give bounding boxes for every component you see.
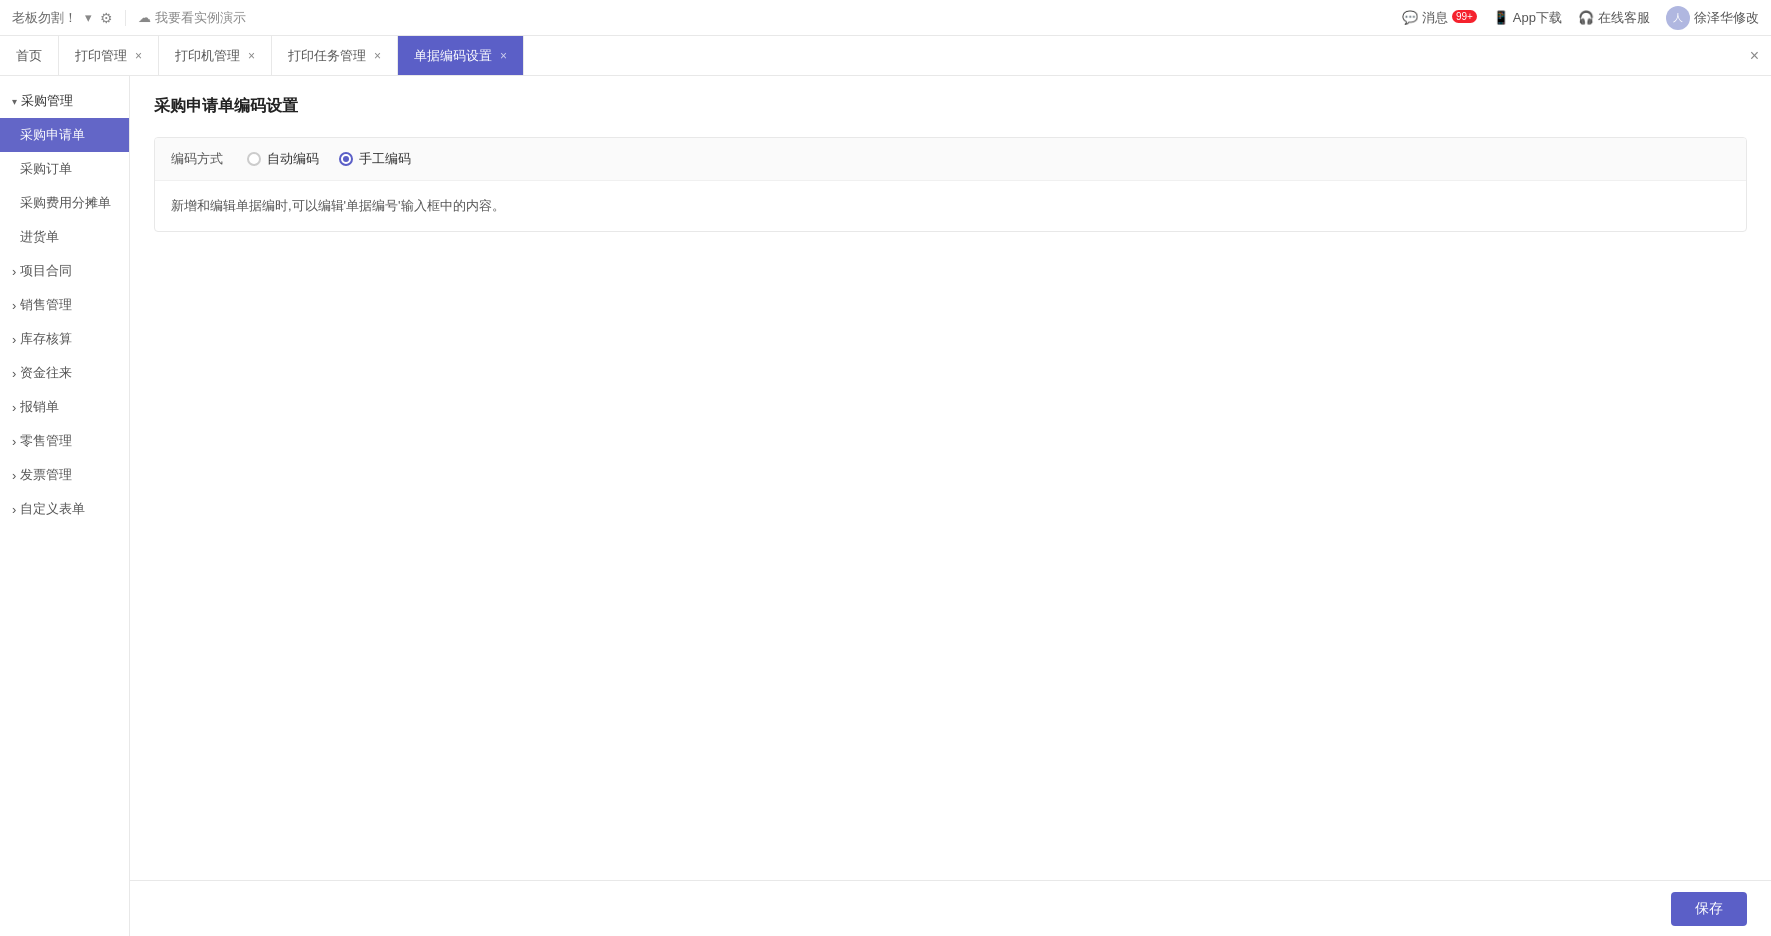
- arrow-right-icon-returns: ›: [12, 400, 16, 415]
- app-logo: 老板勿割！: [12, 9, 77, 27]
- tab-print-task-mgmt-close[interactable]: ×: [374, 49, 381, 63]
- message-badge: 99+: [1452, 10, 1477, 23]
- app-download-button[interactable]: 📱 App下载: [1493, 9, 1562, 27]
- manual-encode-label: 手工编码: [359, 150, 411, 168]
- sidebar-item-goods-receipt-label: 进货单: [20, 228, 59, 246]
- close-all-tabs-button[interactable]: ×: [1738, 47, 1771, 65]
- tab-print-mgmt-label: 打印管理: [75, 47, 127, 65]
- arrow-right-icon-capital: ›: [12, 366, 16, 381]
- sidebar-group-custom-forms-label: 自定义表单: [20, 500, 85, 518]
- tab-barcode-setting-close[interactable]: ×: [500, 49, 507, 63]
- tab-barcode-setting[interactable]: 单据编码设置 ×: [398, 36, 524, 75]
- top-bar-left: 老板勿割！ ▾ ⚙ ☁ 我要看实例演示: [12, 9, 246, 27]
- encoding-radio-group: 自动编码 手工编码: [247, 150, 411, 168]
- app-icon: 📱: [1493, 10, 1509, 25]
- sidebar-group-sales-mgmt-label: 销售管理: [20, 296, 72, 314]
- sidebar-group-returns-label: 报销单: [20, 398, 59, 416]
- sidebar-group-capital[interactable]: › 资金往来: [0, 356, 129, 390]
- avatar: 人: [1666, 6, 1690, 30]
- sidebar-item-purchase-order[interactable]: 采购订单: [0, 152, 129, 186]
- message-icon: 💬: [1402, 10, 1418, 25]
- sidebar-group-retail-mgmt-label: 零售管理: [20, 432, 72, 450]
- divider: [125, 10, 126, 26]
- search-area[interactable]: ☁ 我要看实例演示: [138, 9, 246, 27]
- sidebar: ▾ 采购管理 采购申请单 采购订单 采购费用分摊单 进货单 › 项目合同 › 销…: [0, 76, 130, 936]
- tab-bar: 首页 打印管理 × 打印机管理 × 打印任务管理 × 单据编码设置 × ×: [0, 36, 1771, 76]
- online-service-label: 在线客服: [1598, 9, 1650, 27]
- arrow-right-icon-sales: ›: [12, 298, 16, 313]
- content-area: 采购申请单编码设置 编码方式 自动编码 手工编码: [130, 76, 1771, 936]
- arrow-down-icon: ▾: [12, 96, 17, 107]
- sidebar-item-purchase-expense-label: 采购费用分摊单: [20, 194, 111, 212]
- sidebar-group-returns[interactable]: › 报销单: [0, 390, 129, 424]
- arrow-right-icon-retail: ›: [12, 434, 16, 449]
- online-service-button[interactable]: 🎧 在线客服: [1578, 9, 1650, 27]
- top-bar: 老板勿割！ ▾ ⚙ ☁ 我要看实例演示 💬 消息 99+ 📱 App下载 🎧 在…: [0, 0, 1771, 36]
- sidebar-item-purchase-order-label: 采购订单: [20, 160, 72, 178]
- sidebar-group-purchase-mgmt[interactable]: ▾ 采购管理: [0, 84, 129, 118]
- sidebar-group-project-contract-label: 项目合同: [20, 262, 72, 280]
- manual-encode-option[interactable]: 手工编码: [339, 150, 411, 168]
- arrow-right-icon-inventory: ›: [12, 332, 16, 347]
- user-profile[interactable]: 人 徐泽华修改: [1666, 6, 1759, 30]
- encoding-setting-section: 编码方式 自动编码 手工编码: [154, 137, 1747, 232]
- sidebar-item-goods-receipt[interactable]: 进货单: [0, 220, 129, 254]
- sidebar-group-purchase-mgmt-label: 采购管理: [21, 92, 73, 110]
- info-text: 新增和编辑单据编时,可以编辑'单据编号'输入框中的内容。: [155, 181, 1746, 231]
- tab-home[interactable]: 首页: [0, 36, 59, 75]
- sidebar-group-project-contract[interactable]: › 项目合同: [0, 254, 129, 288]
- info-text-content: 新增和编辑单据编时,可以编辑'单据编号'输入框中的内容。: [171, 198, 505, 213]
- radio-dot: [343, 156, 349, 162]
- sidebar-group-sales-mgmt[interactable]: › 销售管理: [0, 288, 129, 322]
- settings-icon[interactable]: ⚙: [100, 10, 113, 26]
- arrow-right-icon-invoice: ›: [12, 468, 16, 483]
- tab-print-mgmt-close[interactable]: ×: [135, 49, 142, 63]
- search-text: 我要看实例演示: [155, 9, 246, 27]
- content-body: 采购申请单编码设置 编码方式 自动编码 手工编码: [130, 76, 1771, 880]
- user-name: 徐泽华修改: [1694, 9, 1759, 27]
- sidebar-group-retail-mgmt[interactable]: › 零售管理: [0, 424, 129, 458]
- sidebar-group-invoice-mgmt[interactable]: › 发票管理: [0, 458, 129, 492]
- tab-barcode-setting-label: 单据编码设置: [414, 47, 492, 65]
- sidebar-group-invoice-mgmt-label: 发票管理: [20, 466, 72, 484]
- cloud-icon: ☁: [138, 10, 151, 25]
- tab-print-task-mgmt[interactable]: 打印任务管理 ×: [272, 36, 398, 75]
- dropdown-icon[interactable]: ▾: [85, 10, 92, 25]
- main-layout: ▾ 采购管理 采购申请单 采购订单 采购费用分摊单 进货单 › 项目合同 › 销…: [0, 76, 1771, 936]
- tab-print-mgmt[interactable]: 打印管理 ×: [59, 36, 159, 75]
- sidebar-group-custom-forms[interactable]: › 自定义表单: [0, 492, 129, 526]
- message-button[interactable]: 💬 消息 99+: [1402, 9, 1477, 27]
- sidebar-group-inventory[interactable]: › 库存核算: [0, 322, 129, 356]
- auto-encode-option[interactable]: 自动编码: [247, 150, 319, 168]
- encoding-mode-row: 编码方式 自动编码 手工编码: [155, 138, 1746, 181]
- sidebar-item-purchase-requisition[interactable]: 采购申请单: [0, 118, 129, 152]
- tab-home-label: 首页: [16, 47, 42, 65]
- arrow-right-icon-custom: ›: [12, 502, 16, 517]
- tab-printer-mgmt-close[interactable]: ×: [248, 49, 255, 63]
- encoding-label: 编码方式: [171, 150, 231, 168]
- headset-icon: 🎧: [1578, 10, 1594, 25]
- manual-encode-radio[interactable]: [339, 152, 353, 166]
- sidebar-item-purchase-expense[interactable]: 采购费用分摊单: [0, 186, 129, 220]
- top-bar-right: 💬 消息 99+ 📱 App下载 🎧 在线客服 人 徐泽华修改: [1402, 6, 1759, 30]
- auto-encode-label: 自动编码: [267, 150, 319, 168]
- arrow-right-icon-project: ›: [12, 264, 16, 279]
- message-label: 消息: [1422, 9, 1448, 27]
- tab-printer-mgmt-label: 打印机管理: [175, 47, 240, 65]
- tab-printer-mgmt[interactable]: 打印机管理 ×: [159, 36, 272, 75]
- sidebar-item-purchase-requisition-label: 采购申请单: [20, 126, 85, 144]
- save-button[interactable]: 保存: [1671, 892, 1747, 926]
- tab-print-task-mgmt-label: 打印任务管理: [288, 47, 366, 65]
- auto-encode-radio[interactable]: [247, 152, 261, 166]
- app-download-label: App下载: [1513, 9, 1562, 27]
- sidebar-group-inventory-label: 库存核算: [20, 330, 72, 348]
- sidebar-group-capital-label: 资金往来: [20, 364, 72, 382]
- page-title: 采购申请单编码设置: [154, 96, 1747, 117]
- content-footer: 保存: [130, 880, 1771, 936]
